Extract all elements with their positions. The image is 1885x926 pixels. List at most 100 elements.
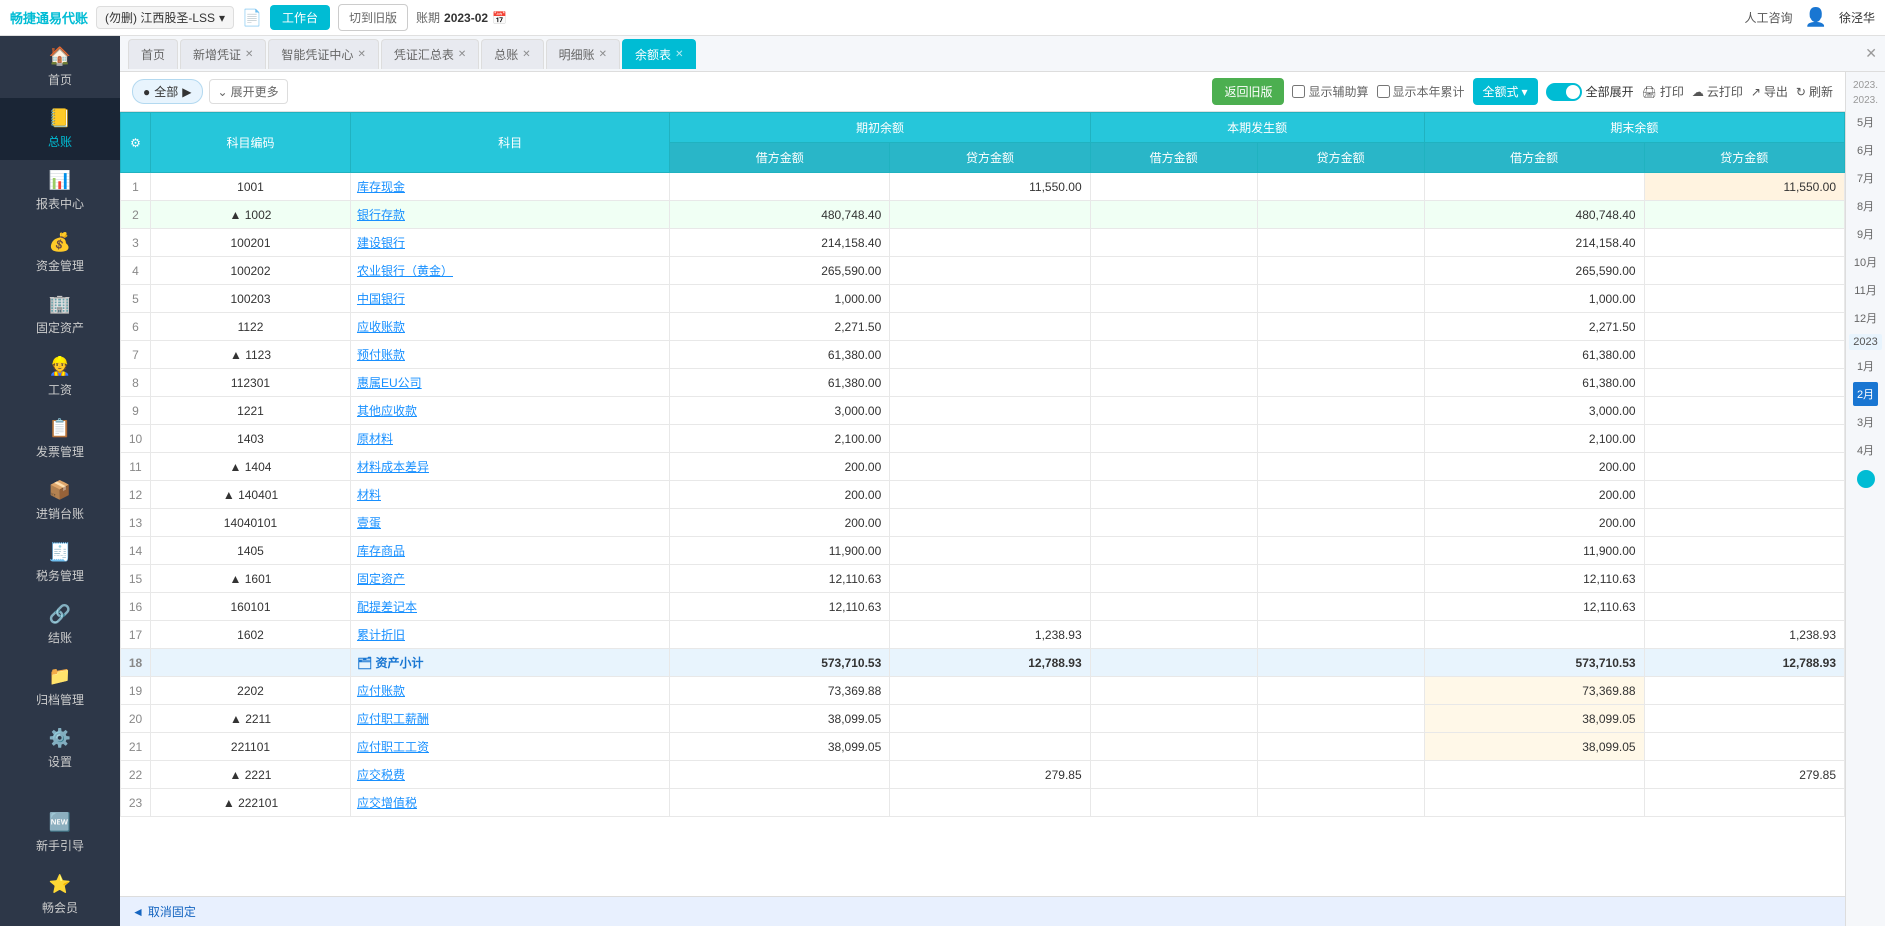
month-feb-active[interactable]: 2月 (1853, 382, 1878, 406)
cell-name[interactable]: 银行存款 (350, 201, 669, 229)
cell-name[interactable]: 建设银行 (350, 229, 669, 257)
month-oct[interactable]: 10月 (1852, 250, 1879, 274)
cell-name[interactable]: 原材料 (350, 425, 669, 453)
tab-voucher-summary[interactable]: 凭证汇总表 ✕ (381, 39, 479, 69)
ytd-checkbox[interactable] (1377, 85, 1390, 98)
tab-general-ledger-close[interactable]: ✕ (522, 49, 530, 60)
switch-version-button[interactable]: 切到旧版 (338, 4, 408, 31)
subject-name-link[interactable]: 预付账款 (357, 348, 405, 362)
subject-name-link[interactable]: 应付职工薪酬 (357, 712, 429, 726)
expand-button[interactable]: ⌄ 展开更多 (209, 79, 288, 104)
tab-new-voucher-close[interactable]: ✕ (245, 49, 253, 60)
subject-name-link[interactable]: 农业银行（黄金） (357, 264, 453, 278)
cell-name[interactable]: 应付职工薪酬 (350, 705, 669, 733)
month-sep[interactable]: 9月 (1855, 222, 1876, 246)
subject-name-link[interactable]: 固定资产 (357, 572, 405, 586)
sidebar-item-stock[interactable]: 📦 进销台账 (0, 470, 120, 532)
subject-name-link[interactable]: 库存商品 (357, 544, 405, 558)
subject-name-link[interactable]: 惠属EU公司 (357, 376, 422, 390)
month-may[interactable]: 5月 (1855, 110, 1876, 134)
sidebar-item-member[interactable]: ⭐ 畅会员 (0, 864, 120, 926)
cell-name[interactable]: 🗂 资产小计 (350, 649, 669, 677)
subject-name-link[interactable]: 应交增值税 (357, 796, 417, 810)
sidebar-item-settings[interactable]: ⚙️ 设置 (0, 718, 120, 780)
col-settings-header[interactable]: ⚙ (121, 113, 151, 173)
sidebar-item-invoice[interactable]: 📋 发票管理 (0, 408, 120, 470)
subject-name-link[interactable]: 建设银行 (357, 236, 405, 250)
cell-name[interactable]: 固定资产 (350, 565, 669, 593)
tab-detail-ledger[interactable]: 明细账 ✕ (546, 39, 620, 69)
return-old-button[interactable]: 返回旧版 (1212, 78, 1284, 105)
sidebar-item-close[interactable]: 🔗 结账 (0, 594, 120, 656)
bottom-bar[interactable]: ◄ 取消固定 (120, 896, 1845, 926)
subject-name-link[interactable]: 累计折旧 (357, 628, 405, 642)
tab-new-voucher[interactable]: 新增凭证 ✕ (180, 39, 266, 69)
subject-name-link[interactable]: 材料 (357, 488, 381, 502)
print-action[interactable]: 🖨 打印 (1642, 83, 1684, 100)
sidebar-item-guide[interactable]: 🆕 新手引导 (0, 802, 120, 864)
close-all-tabs[interactable]: ✕ (1865, 45, 1877, 62)
subject-name-link[interactable]: 材料成本差异 (357, 460, 429, 474)
subject-name-link[interactable]: 原材料 (357, 432, 393, 446)
expand-all-toggle[interactable]: 全部展开 (1546, 83, 1634, 101)
subject-name-link[interactable]: 其他应收款 (357, 404, 417, 418)
month-aug[interactable]: 8月 (1855, 194, 1876, 218)
month-mar[interactable]: 3月 (1855, 410, 1876, 434)
tab-general-ledger[interactable]: 总账 ✕ (481, 39, 543, 69)
subject-name-link[interactable]: 配提差记本 (357, 600, 417, 614)
cell-name[interactable]: 农业银行（黄金） (350, 257, 669, 285)
cell-name[interactable]: 应交税费 (350, 761, 669, 789)
cell-name[interactable]: 惠属EU公司 (350, 369, 669, 397)
cell-name[interactable]: 其他应收款 (350, 397, 669, 425)
consult-link[interactable]: 人工咨询 (1745, 9, 1793, 26)
sidebar-item-salary[interactable]: 👷 工资 (0, 346, 120, 408)
subject-name-link[interactable]: 银行存款 (357, 208, 405, 222)
cell-name[interactable]: 库存现金 (350, 173, 669, 201)
auxiliary-checkbox[interactable] (1292, 85, 1305, 98)
company-selector[interactable]: (勿删) 江西股圣-LSS ▾ (96, 6, 234, 29)
sidebar-item-reports[interactable]: 📊 报表中心 (0, 160, 120, 222)
subject-name-link[interactable]: 应收账款 (357, 320, 405, 334)
cell-name[interactable]: 壹蛋 (350, 509, 669, 537)
cell-name[interactable]: 累计折旧 (350, 621, 669, 649)
month-dec[interactable]: 12月 (1852, 306, 1879, 330)
cell-name[interactable]: 应付职工工资 (350, 733, 669, 761)
sidebar-item-home[interactable]: 🏠 首页 (0, 36, 120, 98)
sidebar-item-archive[interactable]: 📁 归档管理 (0, 656, 120, 718)
cell-name[interactable]: 应收账款 (350, 313, 669, 341)
cell-name[interactable]: 配提差记本 (350, 593, 669, 621)
cell-name[interactable]: 材料 (350, 481, 669, 509)
tab-voucher-summary-close[interactable]: ✕ (458, 49, 466, 60)
export-action[interactable]: ↗ 导出 (1751, 83, 1788, 100)
cell-name[interactable]: 材料成本差异 (350, 453, 669, 481)
show-ytd-check[interactable]: 显示本年累计 (1377, 83, 1465, 100)
full-mode-button[interactable]: 全额式 ▾ (1473, 78, 1538, 105)
tab-balance[interactable]: 余额表 ✕ (622, 39, 696, 69)
subject-name-link[interactable]: 应付账款 (357, 684, 405, 698)
refresh-action[interactable]: ↻ 刷新 (1796, 83, 1833, 100)
subject-name-link[interactable]: 壹蛋 (357, 516, 381, 530)
tab-detail-ledger-close[interactable]: ✕ (599, 49, 607, 60)
workbench-button[interactable]: 工作台 (270, 5, 330, 30)
month-jan[interactable]: 1月 (1855, 354, 1876, 378)
sidebar-item-capital[interactable]: 💰 资金管理 (0, 222, 120, 284)
cell-name[interactable]: 库存商品 (350, 537, 669, 565)
all-filter[interactable]: ● 全部 ▶ (132, 79, 203, 104)
cloud-print-action[interactable]: ☁ 云打印 (1692, 83, 1743, 100)
tab-balance-close[interactable]: ✕ (675, 49, 683, 60)
tab-smart-voucher[interactable]: 智能凭证中心 ✕ (268, 39, 378, 69)
cell-name[interactable]: 中国银行 (350, 285, 669, 313)
show-auxiliary-check[interactable]: 显示辅助算 (1292, 83, 1368, 100)
month-apr[interactable]: 4月 (1855, 438, 1876, 462)
tab-home[interactable]: 首页 (128, 39, 178, 69)
subject-name-link[interactable]: 应付职工工资 (357, 740, 429, 754)
sidebar-item-ledger[interactable]: 📒 总账 (0, 98, 120, 160)
sidebar-item-tax[interactable]: 🧾 税务管理 (0, 532, 120, 594)
cell-name[interactable]: 应付账款 (350, 677, 669, 705)
sidebar-item-assets[interactable]: 🏢 固定资产 (0, 284, 120, 346)
month-nov[interactable]: 11月 (1852, 278, 1878, 302)
month-jun[interactable]: 6月 (1855, 138, 1876, 162)
calendar-icon[interactable]: 📅 (492, 11, 507, 25)
cell-name[interactable]: 预付账款 (350, 341, 669, 369)
subject-name-link[interactable]: 库存现金 (357, 180, 405, 194)
